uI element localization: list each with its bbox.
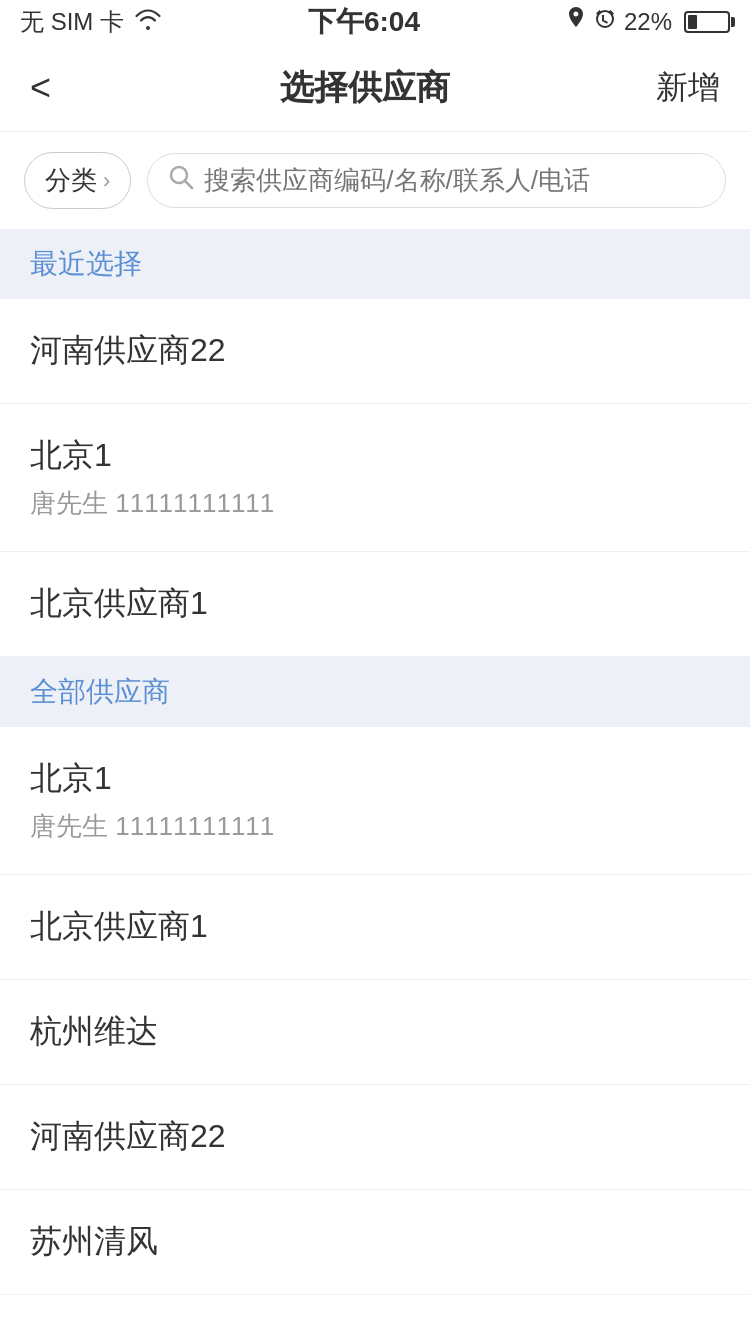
supplier-name: 杭州维达 <box>30 1010 720 1054</box>
back-button[interactable]: < <box>30 67 90 109</box>
supplier-sub: 唐先生 11111111111 <box>30 809 720 844</box>
svg-line-1 <box>185 181 192 188</box>
supplier-name: 北京1 <box>30 434 720 478</box>
status-bar: 无 SIM 卡 下午6:04 22% <box>0 0 750 44</box>
section-header-all: 全部供应商 <box>0 657 750 727</box>
supplier-name: 北京供应商1 <box>30 905 720 949</box>
category-button[interactable]: 分类 › <box>24 152 131 209</box>
no-sim-label: 无 SIM 卡 <box>20 6 124 38</box>
supplier-name: 苏州清风 <box>30 1220 720 1264</box>
search-box[interactable] <box>147 153 726 208</box>
add-button[interactable]: 新增 <box>640 66 720 110</box>
battery-percentage: 22% <box>624 8 672 36</box>
list-item[interactable]: 北京1 唐先生 11111111111 <box>0 727 750 875</box>
status-right: 22% <box>566 7 730 37</box>
wifi-icon <box>134 8 162 36</box>
category-label: 分类 <box>45 163 97 198</box>
search-icon <box>168 164 194 197</box>
list-item[interactable]: 北京供应商1 <box>0 552 750 657</box>
category-arrow-icon: › <box>103 168 110 194</box>
supplier-name: 北京供应商1 <box>30 582 720 626</box>
supplier-name: 北京1 <box>30 757 720 801</box>
filter-bar: 分类 › <box>0 132 750 229</box>
battery-icon <box>684 11 730 33</box>
alarm-icon <box>594 8 616 36</box>
supplier-name: 河南供应商22 <box>30 329 720 373</box>
section-header-recent: 最近选择 <box>0 229 750 299</box>
list-item[interactable]: 北京供应商1 <box>0 875 750 980</box>
list-item[interactable]: 杭州维达 <box>0 980 750 1085</box>
list-item[interactable]: 北京1 唐先生 11111111111 <box>0 404 750 552</box>
location-icon <box>566 7 586 37</box>
status-time: 下午6:04 <box>308 3 420 41</box>
page-title: 选择供应商 <box>280 65 450 111</box>
supplier-sub: 唐先生 11111111111 <box>30 486 720 521</box>
search-input[interactable] <box>204 165 705 196</box>
list-item[interactable]: 河南供应商22 <box>0 1085 750 1190</box>
nav-bar: < 选择供应商 新增 <box>0 44 750 132</box>
supplier-name: 河南供应商22 <box>30 1115 720 1159</box>
status-left: 无 SIM 卡 <box>20 6 162 38</box>
list-item[interactable]: 苏州清风 <box>0 1190 750 1295</box>
list-item[interactable]: 河南供应商22 <box>0 299 750 404</box>
sections-container: 最近选择河南供应商22 北京1 唐先生 11111111111 北京供应商1 全部供应商… <box>0 229 750 1295</box>
